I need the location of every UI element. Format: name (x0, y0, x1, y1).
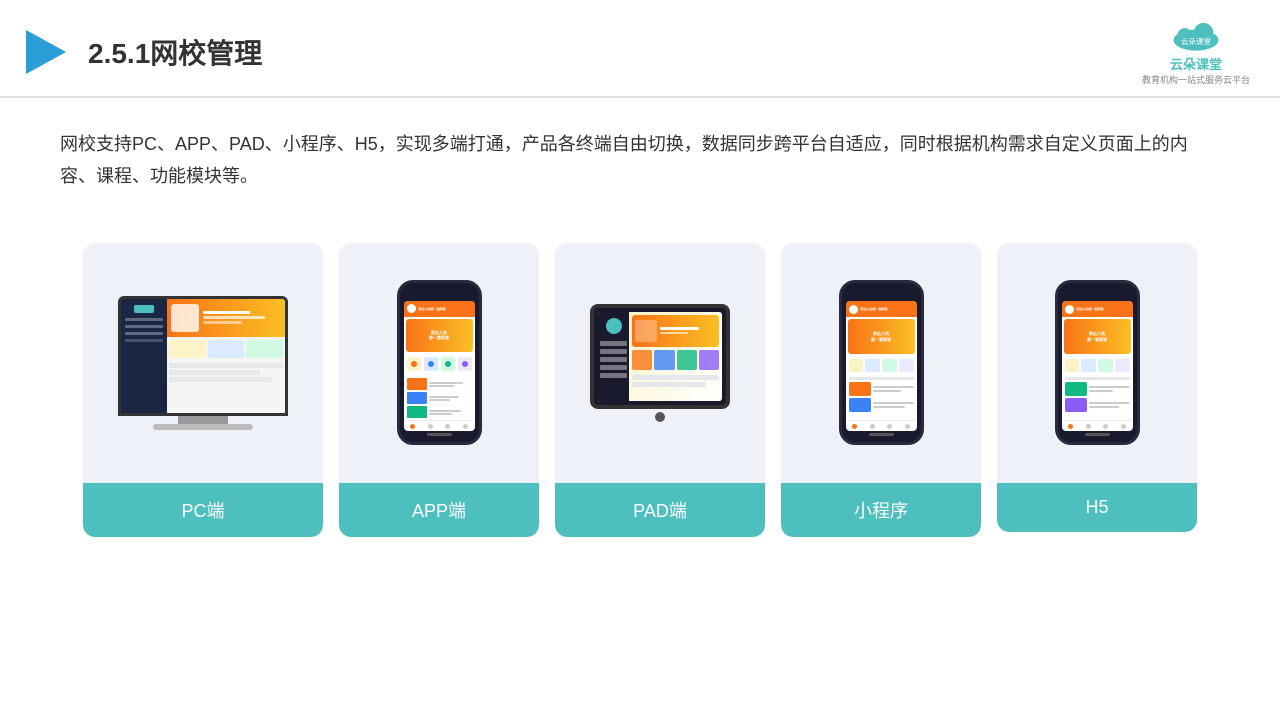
pc-base (153, 424, 253, 430)
logo-main-text: 云朵课堂 (1170, 54, 1222, 73)
play-icon (20, 26, 72, 78)
svg-text:云朵课堂: 云朵课堂 (1181, 36, 1211, 46)
card-app: 职达人的第一堂网课 职达人的第一堂网课 (339, 243, 539, 537)
pad-image-area (565, 263, 755, 463)
logo-tagline: 教育机构一站式服务云平台 (1142, 73, 1250, 86)
pc-monitor (118, 296, 288, 416)
card-mini: 职达人的第一堂网课 职达人的第一堂网课 (781, 243, 981, 537)
pc-device (118, 296, 288, 430)
h5-image-area: 职达人的第一堂网课 职达人的第一堂网课 (1007, 263, 1187, 463)
mini-image-area: 职达人的第一堂网课 职达人的第一堂网课 (791, 263, 971, 463)
card-pc: PC端 (83, 243, 323, 537)
card-app-label: APP端 (339, 483, 539, 537)
card-mini-label: 小程序 (781, 483, 981, 537)
header: 2.5.1网校管理 云朵课堂 云朵课堂 教育机构一站式服务云平台 (0, 0, 1280, 98)
header-left: 2.5.1网校管理 (20, 26, 262, 78)
tablet-screen (598, 312, 722, 401)
cloud-logo-icon: 云朵课堂 (1166, 18, 1226, 54)
page-title: 2.5.1网校管理 (88, 32, 262, 72)
cards-container: PC端 职达人的第一堂网课 职达人的第一堂网课 (0, 213, 1280, 567)
h5-phone: 职达人的第一堂网课 职达人的第一堂网课 (1055, 280, 1140, 445)
tablet-device (590, 304, 730, 422)
card-h5: 职达人的第一堂网课 职达人的第一堂网课 (997, 243, 1197, 532)
pc-stand (178, 416, 228, 424)
logo-area: 云朵课堂 云朵课堂 教育机构一站式服务云平台 (1142, 18, 1250, 86)
app-phone: 职达人的第一堂网课 职达人的第一堂网课 (397, 280, 482, 445)
description-text: 网校支持PC、APP、PAD、小程序、H5，实现多端打通，产品各终端自由切换，数… (0, 98, 1280, 203)
card-pc-label: PC端 (83, 483, 323, 537)
tablet-frame (590, 304, 730, 409)
card-pad: PAD端 (555, 243, 765, 537)
card-pad-label: PAD端 (555, 483, 765, 537)
pc-image-area (93, 263, 313, 463)
app-image-area: 职达人的第一堂网课 职达人的第一堂网课 (349, 263, 529, 463)
mini-phone: 职达人的第一堂网课 职达人的第一堂网课 (839, 280, 924, 445)
card-h5-label: H5 (997, 483, 1197, 532)
